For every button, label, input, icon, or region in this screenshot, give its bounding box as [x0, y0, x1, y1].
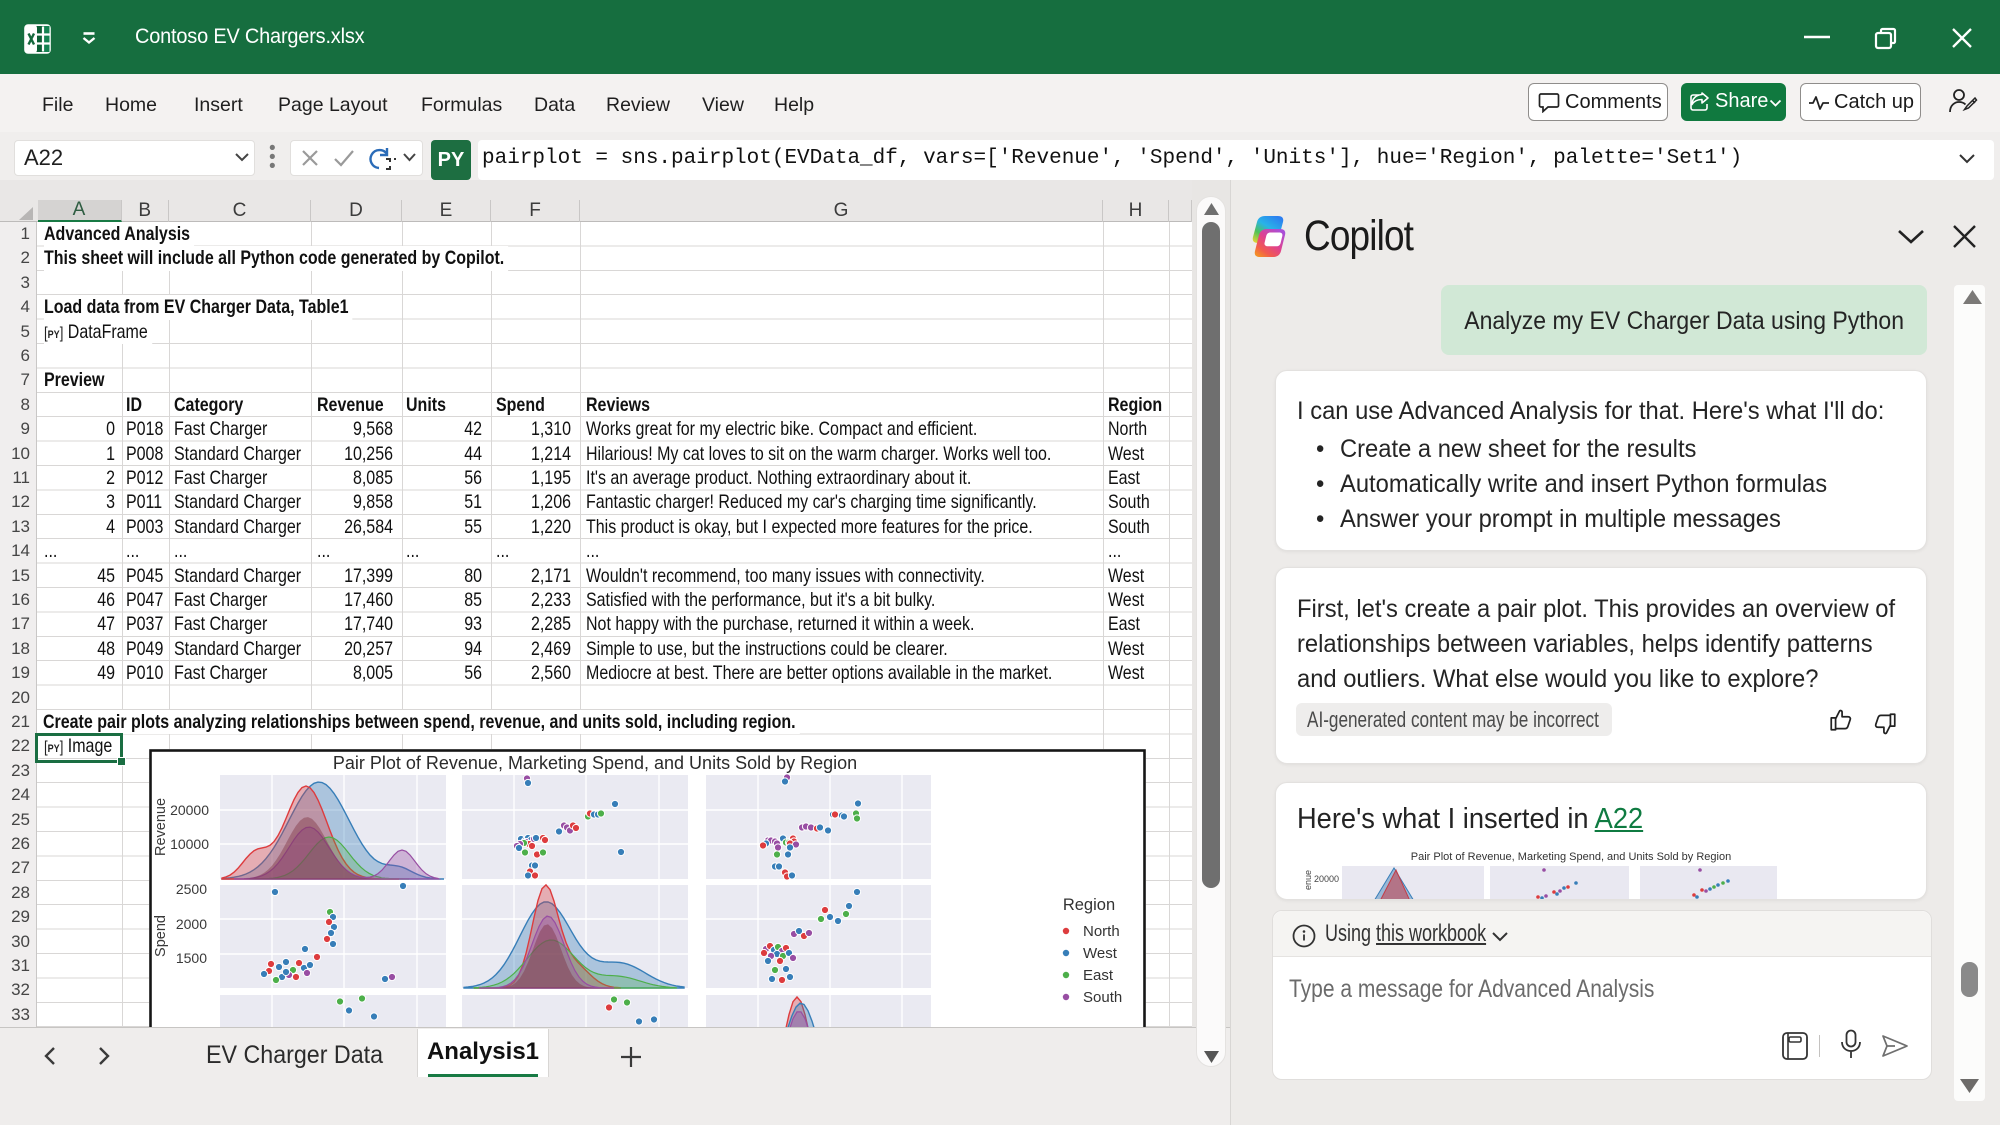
- svg-text:Revenue: Revenue: [153, 798, 169, 856]
- svg-text:20000: 20000: [170, 802, 209, 818]
- svg-text:East: East: [1083, 967, 1114, 984]
- svg-text:Region: Region: [1063, 896, 1115, 914]
- svg-text:2000: 2000: [176, 916, 207, 932]
- svg-text:West: West: [1083, 945, 1118, 962]
- svg-text:2500: 2500: [176, 881, 207, 897]
- svg-text:South: South: [1083, 989, 1122, 1006]
- svg-text:1500: 1500: [176, 950, 207, 966]
- svg-text:10000: 10000: [170, 836, 209, 852]
- svg-text:North: North: [1083, 923, 1120, 940]
- svg-text:Pair Plot of Revenue, Marketin: Pair Plot of Revenue, Marketing Spend, a…: [333, 753, 857, 773]
- svg-text:Spend: Spend: [153, 915, 169, 957]
